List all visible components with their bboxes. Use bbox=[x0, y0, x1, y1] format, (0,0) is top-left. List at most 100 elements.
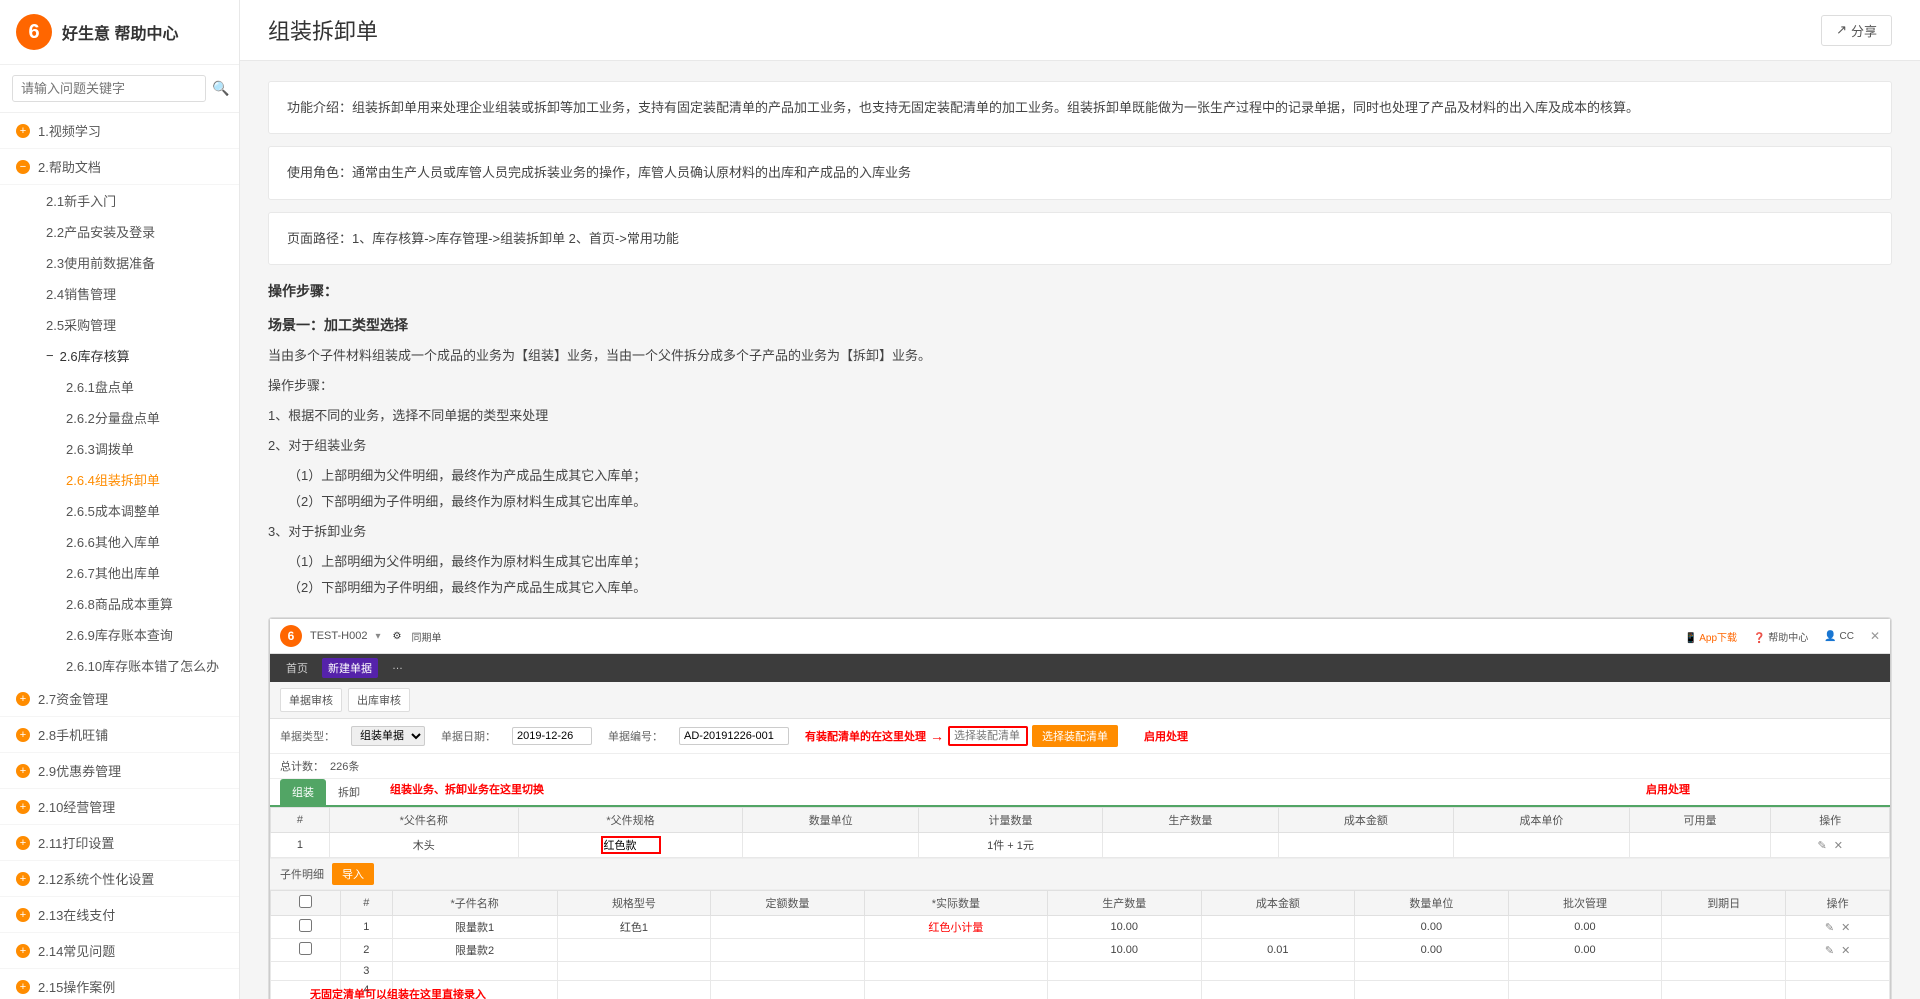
mock-bth-chk bbox=[271, 891, 341, 916]
mock-bth-seq: # bbox=[341, 891, 393, 916]
mock-toolbar: 单据审核 出库审核 bbox=[270, 682, 1890, 719]
step3-sub1: （1）上部明细为父件明细，最终作为原材料生成其它出库单； bbox=[268, 549, 1892, 575]
mock-btd-name: 限量款1 bbox=[392, 916, 557, 939]
sidebar-item-otherout[interactable]: 2.6.7其他出库单 bbox=[58, 557, 239, 588]
sidebar-item-faq[interactable]: + 2.14常见问题 bbox=[0, 933, 239, 969]
mock-bth-prodqty: 生产数量 bbox=[1047, 891, 1201, 916]
mock-btd-name2: 限量款2 bbox=[392, 939, 557, 962]
mock-import-btn[interactable]: 导入 bbox=[332, 863, 374, 885]
mock-screenshot: 6 TEST-H002 ▾ ⚙ 同期单 📱 App下载 ❓ 帮助中心 👤 CC … bbox=[268, 617, 1892, 999]
sidebar-item-ledger[interactable]: 2.6.9库存账本查询 bbox=[58, 619, 239, 650]
mock-row-del-icon[interactable]: ✕ bbox=[1834, 840, 1843, 852]
expand-icon-ops: + bbox=[16, 800, 30, 814]
mock-topbar: 6 TEST-H002 ▾ ⚙ 同期单 📱 App下载 ❓ 帮助中心 👤 CC … bbox=[270, 619, 1890, 654]
step2-list: （1）上部明细为父件明细，最终作为产成品生成其它入库单； （2）下部明细为子件明… bbox=[268, 463, 1892, 515]
expand-icon-print: + bbox=[16, 836, 30, 850]
sidebar-item-purchase[interactable]: 2.5采购管理 bbox=[38, 309, 239, 340]
step2-sub2: （2）下部明细为子件明细，最终作为原材料生成其它出库单。 bbox=[268, 489, 1892, 515]
sidebar-item-payment[interactable]: + 2.13在线支付 bbox=[0, 897, 239, 933]
sidebar-item-cases[interactable]: + 2.15操作案例 bbox=[0, 969, 239, 999]
mock-field-date-input[interactable] bbox=[512, 727, 592, 745]
table-row: 1 限量款1 红色1 红色小计量 10.00 0.00 0.00 bbox=[271, 916, 1890, 939]
sidebar-item-stocktake[interactable]: 2.6.1盘点单 bbox=[58, 371, 239, 402]
step3-text: 3、对于拆卸业务 bbox=[268, 519, 1892, 545]
mock-confirm-btn[interactable]: 选择装配清单 bbox=[1032, 725, 1118, 747]
expand-icon-payment: + bbox=[16, 908, 30, 922]
mock-navbar: 首页 新建单据 … bbox=[270, 654, 1890, 682]
mock-assembly-input[interactable] bbox=[948, 726, 1028, 746]
mock-field-type-input[interactable]: 组装单据 拆卸单据 bbox=[351, 726, 425, 746]
mock-tab-disassembly[interactable]: 拆卸 bbox=[326, 779, 372, 807]
sidebar-item-newbie[interactable]: 2.1新手入门 bbox=[38, 185, 239, 216]
sidebar-item-costcalc[interactable]: 2.6.8商品成本重算 bbox=[58, 588, 239, 619]
mock-td-qty: 1件 + 1元 bbox=[918, 833, 1102, 858]
mock-nav-home[interactable]: 首页 bbox=[280, 658, 314, 678]
mock-app-icon: 📱 App下载 bbox=[1685, 629, 1737, 644]
mock-row-del3-icon[interactable]: ✕ bbox=[1841, 945, 1850, 957]
mock-btd-seq2: 2 bbox=[341, 939, 393, 962]
mock-help-icon: ❓ 帮助中心 bbox=[1753, 629, 1808, 644]
scene1-label: 场景一：加工类型选择 bbox=[268, 317, 408, 333]
mock-field-num-input[interactable] bbox=[679, 727, 789, 745]
sidebar-item-assembly[interactable]: 2.6.4组装拆卸单 bbox=[58, 464, 239, 495]
mock-bth-name: *子件名称 bbox=[392, 891, 557, 916]
mock-row-edit-icon[interactable]: ✎ bbox=[1817, 840, 1826, 852]
sidebar-item-ledgererror[interactable]: 2.6.10库存账本错了怎么办 bbox=[58, 650, 239, 681]
mock-row-del2-icon[interactable]: ✕ bbox=[1841, 922, 1850, 934]
share-label: 分享 bbox=[1851, 21, 1877, 40]
sidebar-item-print[interactable]: + 2.11打印设置 bbox=[0, 825, 239, 861]
mock-btd-ops: ✎ ✕ bbox=[1786, 916, 1890, 939]
mock-td-unit bbox=[743, 833, 919, 858]
sidebar-item-custom[interactable]: + 2.12系统个性化设置 bbox=[0, 861, 239, 897]
sidebar-item-docs[interactable]: − 2.帮助文档 bbox=[0, 149, 239, 185]
mock-tab-assembly[interactable]: 组装 bbox=[280, 779, 326, 807]
sidebar-item-ops[interactable]: + 2.10经营管理 bbox=[0, 789, 239, 825]
sidebar: 6 好生意 帮助中心 🔍 + 1.视频学习 − 2.帮助文档 2.1新手入门 2… bbox=[0, 0, 240, 999]
search-icon[interactable]: 🔍 bbox=[212, 80, 229, 97]
mock-count-value: 226条 bbox=[330, 758, 359, 774]
sidebar-item-mobile[interactable]: + 2.8手机旺铺 bbox=[0, 717, 239, 753]
sidebar-item-install[interactable]: 2.2产品安装及登录 bbox=[38, 216, 239, 247]
mock-btn-audit[interactable]: 单据审核 bbox=[280, 688, 342, 712]
expand-icon-inventory: − bbox=[46, 348, 54, 363]
mock-company: TEST-H002 bbox=[310, 630, 367, 642]
breadcrumb-block: 页面路径：1、库存核算->库存管理->组装拆卸单 2、首页->常用功能 bbox=[268, 212, 1892, 265]
mock-bth-batch: 批次管理 bbox=[1508, 891, 1662, 916]
mock-nav-more[interactable]: … bbox=[386, 658, 409, 678]
table-row: 1 木头 1件 + 1元 ✎ ✕ bbox=[271, 833, 1890, 858]
nav-sub-inventory: 2.6.1盘点单 2.6.2分量盘点单 2.6.3调拨单 2.6.4组装拆卸单 … bbox=[38, 371, 239, 681]
sidebar-item-allotment[interactable]: 2.6.2分量盘点单 bbox=[58, 402, 239, 433]
mock-td-seq: 1 bbox=[271, 833, 330, 858]
mock-row-chk2[interactable] bbox=[299, 942, 312, 955]
annotation-switch: 组装业务、拆卸业务在这里切换 bbox=[390, 781, 544, 797]
sidebar-item-otherinbound[interactable]: 2.6.6其他入库单 bbox=[58, 526, 239, 557]
sidebar-item-adjust[interactable]: 2.6.3调拨单 bbox=[58, 433, 239, 464]
sidebar-item-sales[interactable]: 2.4销售管理 bbox=[38, 278, 239, 309]
mock-nav-new[interactable]: 新建单据 bbox=[322, 658, 378, 678]
mock-row-edit3-icon[interactable]: ✎ bbox=[1825, 945, 1834, 957]
annotation-free-entry: 无固定清单可以组装在这里直接录入 bbox=[310, 986, 486, 999]
share-button[interactable]: ↗ 分享 bbox=[1821, 15, 1892, 46]
mock-row-edit2-icon[interactable]: ✎ bbox=[1825, 922, 1834, 934]
sidebar-item-inventory[interactable]: − 2.6库存核算 bbox=[38, 340, 239, 371]
sidebar-item-coupon[interactable]: + 2.9优惠券管理 bbox=[0, 753, 239, 789]
search-input[interactable] bbox=[12, 75, 206, 102]
sidebar-label-coupon: 2.9优惠券管理 bbox=[38, 761, 121, 780]
sidebar-header: 6 好生意 帮助中心 bbox=[0, 0, 239, 65]
mock-bth-chk-input[interactable] bbox=[299, 895, 312, 908]
scene1-title: 场景一：加工类型选择 bbox=[268, 315, 1892, 335]
operations-title: 操作步骤： bbox=[268, 281, 1892, 301]
mock-td-spec-input[interactable] bbox=[601, 836, 661, 854]
mock-btd-spec: 红色1 bbox=[557, 916, 711, 939]
sidebar-item-costadj[interactable]: 2.6.5成本调整单 bbox=[58, 495, 239, 526]
mock-row-chk[interactable] bbox=[299, 919, 312, 932]
sidebar-item-finance[interactable]: + 2.7资金管理 bbox=[0, 681, 239, 717]
logo-icon: 6 bbox=[16, 14, 52, 50]
sidebar-item-video[interactable]: + 1.视频学习 bbox=[0, 113, 239, 149]
mock-btn-outaudit[interactable]: 出库审核 bbox=[348, 688, 410, 712]
sidebar-item-prepare[interactable]: 2.3使用前数据准备 bbox=[38, 247, 239, 278]
steps-label: 操作步骤： bbox=[268, 373, 1892, 399]
sidebar-label-inventory: 2.6库存核算 bbox=[60, 346, 130, 365]
mock-close-icon[interactable]: ✕ bbox=[1870, 629, 1880, 643]
mock-btd-actqty: 红色小计量 bbox=[864, 916, 1047, 939]
